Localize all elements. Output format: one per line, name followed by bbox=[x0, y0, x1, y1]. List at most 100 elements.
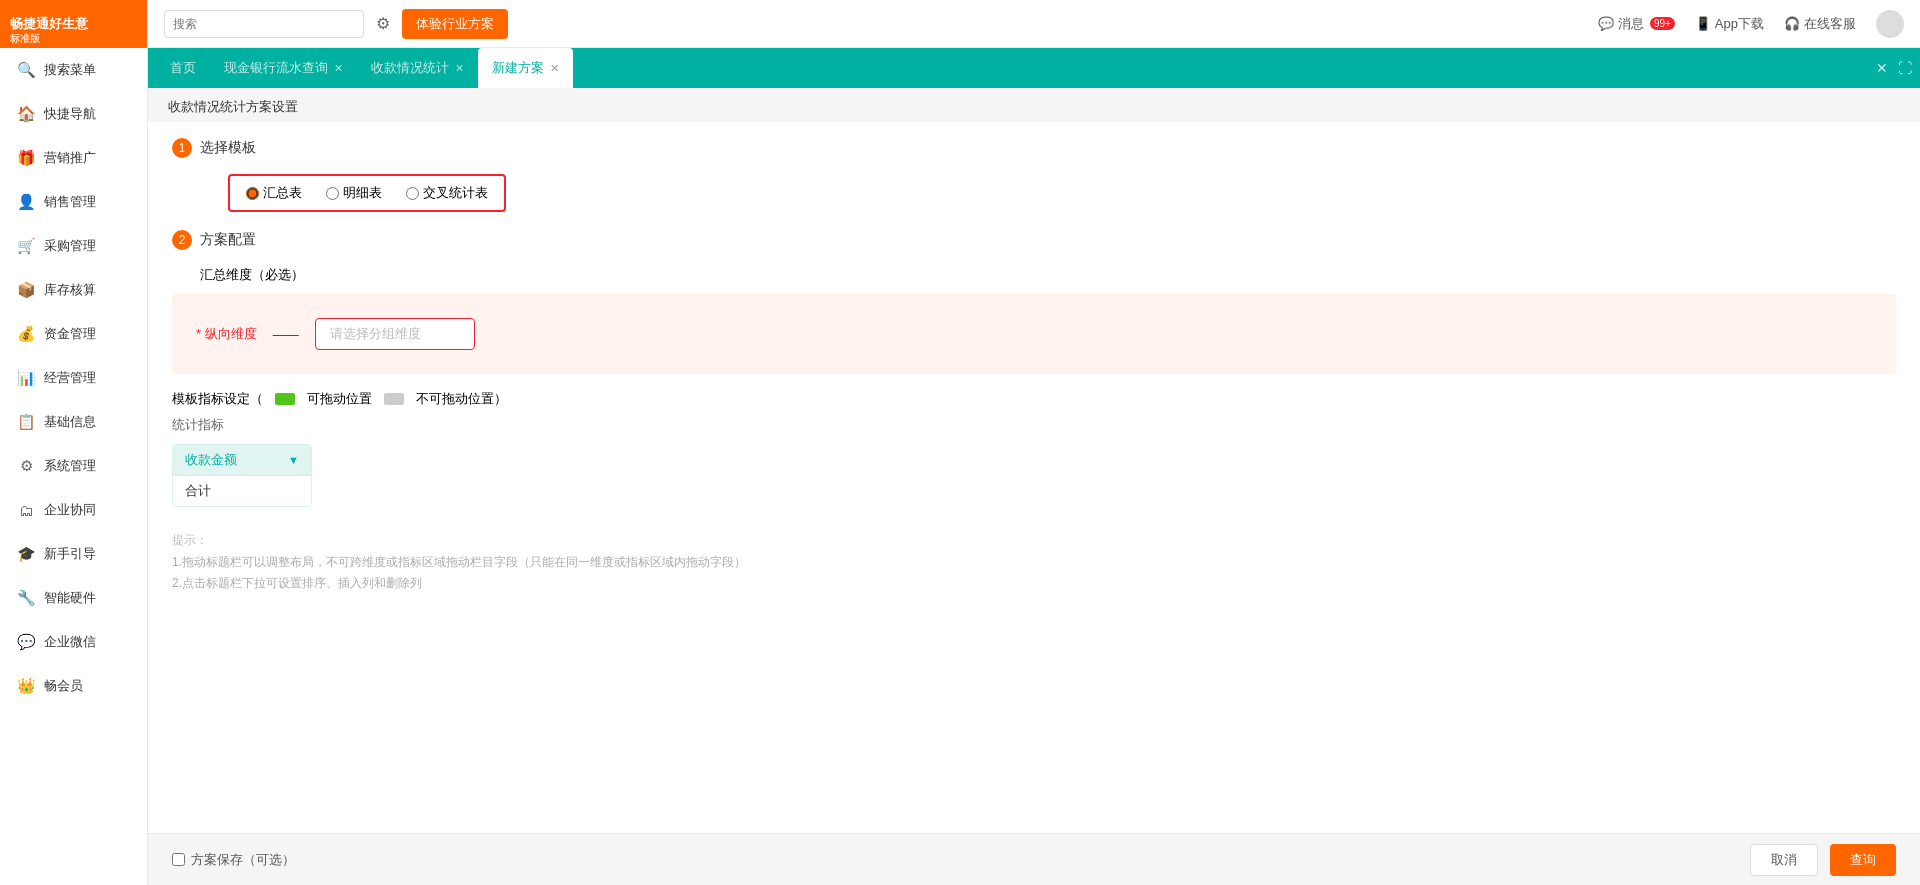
dimension-title-row: 汇总维度（必选） bbox=[200, 266, 1896, 284]
cancel-button[interactable]: 取消 bbox=[1750, 844, 1818, 876]
close-window-icon[interactable]: ✕ bbox=[1876, 60, 1888, 76]
tab-bank-flow[interactable]: 现金银行流水查询 ✕ bbox=[210, 48, 357, 88]
step1-label: 选择模板 bbox=[200, 139, 256, 157]
stats-label: 统计指标 bbox=[172, 416, 1896, 434]
config-section: 汇总维度（必选） * 纵向维度 —— 请选择分组维度 模板指标设定（ bbox=[172, 266, 1896, 595]
draggable-icon bbox=[275, 393, 295, 405]
settings-icon[interactable]: ⚙ bbox=[376, 14, 390, 33]
message-icon: 💬 bbox=[1598, 16, 1614, 31]
sidebar-item-label: 经营管理 bbox=[44, 369, 96, 387]
sidebar-item-label: 企业协同 bbox=[44, 501, 96, 519]
sidebar-item-beginner[interactable]: 🎓 新手引导 bbox=[0, 532, 147, 576]
indicator-row-total: 合计 bbox=[173, 475, 311, 506]
sidebar-item-label: 销售管理 bbox=[44, 193, 96, 211]
sidebar-item-corp-coop[interactable]: 🗂 企业协同 bbox=[0, 488, 147, 532]
smart-hw-icon: 🔧 bbox=[16, 589, 36, 607]
sidebar-item-purchase[interactable]: 🛒 采购管理 bbox=[0, 224, 147, 268]
draggable-hint-label: 可拖动位置 bbox=[307, 390, 372, 408]
query-button[interactable]: 查询 bbox=[1830, 844, 1896, 876]
sidebar-item-system[interactable]: ⚙ 系统管理 bbox=[0, 444, 147, 488]
template-options: 汇总表 明细表 交叉统计表 bbox=[228, 174, 506, 212]
stock-icon: 📦 bbox=[16, 281, 36, 299]
sidebar-item-label: 基础信息 bbox=[44, 413, 96, 431]
sidebar-item-member[interactable]: 👑 畅会员 bbox=[0, 664, 147, 708]
radio-cross[interactable]: 交叉统计表 bbox=[406, 184, 488, 202]
tab-receipt-stats-close[interactable]: ✕ bbox=[455, 63, 464, 74]
online-service-btn[interactable]: 🎧 在线客服 bbox=[1784, 15, 1856, 33]
tab-home[interactable]: 首页 bbox=[156, 48, 210, 88]
marketing-icon: 🎁 bbox=[16, 149, 36, 167]
sidebar-item-quick-nav[interactable]: 🏠 快捷导航 bbox=[0, 92, 147, 136]
step2-label: 方案配置 bbox=[200, 231, 256, 249]
save-option-row: 方案保存（可选） bbox=[172, 851, 295, 869]
avatar[interactable] bbox=[1876, 10, 1904, 38]
step1-badge: 1 bbox=[172, 138, 192, 158]
indicator-header[interactable]: 收款金额 ▼ bbox=[173, 445, 311, 475]
content-area: 收款情况统计方案设置 1 选择模板 汇总表 明细表 bbox=[148, 88, 1920, 885]
sidebar-item-smart-hw[interactable]: 🔧 智能硬件 bbox=[0, 576, 147, 620]
sidebar-item-label: 新手引导 bbox=[44, 545, 96, 563]
home-icon: 🏠 bbox=[16, 105, 36, 123]
maximize-icon[interactable]: ⛶ bbox=[1898, 60, 1912, 76]
message-badge: 99+ bbox=[1650, 17, 1675, 30]
tips-item-1: 1.拖动标题栏可以调整布局，不可跨维度或指标区域拖动栏目字段（只能在同一维度或指… bbox=[172, 555, 746, 569]
sidebar-item-stock[interactable]: 📦 库存核算 bbox=[0, 268, 147, 312]
sidebar-item-basic-info[interactable]: 📋 基础信息 bbox=[0, 400, 147, 444]
step2-row: 2 方案配置 bbox=[172, 230, 1896, 250]
sidebar-item-label: 企业微信 bbox=[44, 633, 96, 651]
sidebar-badge: 标准版 bbox=[10, 32, 40, 46]
step1-row: 1 选择模板 bbox=[172, 138, 1896, 158]
sidebar-item-corp-wechat[interactable]: 💬 企业微信 bbox=[0, 620, 147, 664]
tab-bank-flow-close[interactable]: ✕ bbox=[334, 63, 343, 74]
sidebar-item-label: 营销推广 bbox=[44, 149, 96, 167]
row-label-total: 合计 bbox=[185, 483, 211, 498]
topbar: ⚙ 体验行业方案 💬 消息 99+ 📱 App下载 🎧 在线客服 bbox=[148, 0, 1920, 48]
indicator-table: 收款金额 ▼ 合计 bbox=[172, 444, 312, 507]
tab-home-label: 首页 bbox=[170, 59, 196, 77]
sidebar-item-sales[interactable]: 👤 销售管理 bbox=[0, 180, 147, 224]
sidebar-item-label: 系统管理 bbox=[44, 457, 96, 475]
sidebar-item-marketing[interactable]: 🎁 营销推广 bbox=[0, 136, 147, 180]
wechat-icon: 💬 bbox=[16, 633, 36, 651]
vertical-dim-label: * 纵向维度 bbox=[196, 325, 257, 343]
dimension-row: * 纵向维度 —— 请选择分组维度 bbox=[196, 318, 475, 350]
app-download-btn[interactable]: 📱 App下载 bbox=[1695, 15, 1764, 33]
indicator-title: 模板指标设定（ bbox=[172, 390, 263, 408]
indicator-section: 模板指标设定（ 可拖动位置 不可拖动位置） 统计指标 收款金额 ▼ bbox=[172, 390, 1896, 510]
column-header-label: 收款金额 bbox=[185, 451, 237, 469]
tips-section: 提示： 1.拖动标题栏可以调整布局，不可跨维度或指标区域拖动栏目字段（只能在同一… bbox=[172, 530, 1896, 595]
search-input[interactable] bbox=[164, 10, 364, 38]
sidebar-item-finance[interactable]: 💰 资金管理 bbox=[0, 312, 147, 356]
sidebar-item-label: 快捷导航 bbox=[44, 105, 96, 123]
industry-btn[interactable]: 体验行业方案 bbox=[402, 9, 508, 39]
sidebar-item-search-menu[interactable]: 🔍 搜索菜单 bbox=[0, 48, 147, 92]
radio-cross-label: 交叉统计表 bbox=[423, 184, 488, 202]
dimension-select[interactable]: 请选择分组维度 bbox=[315, 318, 475, 350]
member-icon: 👑 bbox=[16, 677, 36, 695]
tab-new-plan-label: 新建方案 bbox=[492, 59, 544, 77]
no-drag-hint-label: 不可拖动位置） bbox=[416, 390, 507, 408]
dimension-section-title: 汇总维度（必选） bbox=[200, 266, 304, 284]
tabbar: 首页 现金银行流水查询 ✕ 收款情况统计 ✕ 新建方案 ✕ ✕ ⛶ bbox=[148, 48, 1920, 88]
finance-icon: 💰 bbox=[16, 325, 36, 343]
page-title-bar: 收款情况统计方案设置 bbox=[148, 88, 1920, 122]
form-section: 1 选择模板 汇总表 明细表 交叉统计表 bbox=[148, 122, 1920, 833]
dropdown-chevron-icon[interactable]: ▼ bbox=[288, 454, 299, 466]
radio-summary[interactable]: 汇总表 bbox=[246, 184, 302, 202]
radio-detail[interactable]: 明细表 bbox=[326, 184, 382, 202]
sidebar-item-label: 智能硬件 bbox=[44, 589, 96, 607]
save-label: 方案保存（可选） bbox=[191, 851, 295, 869]
tab-new-plan[interactable]: 新建方案 ✕ bbox=[478, 48, 573, 88]
message-btn[interactable]: 💬 消息 99+ bbox=[1598, 15, 1675, 33]
sidebar-item-label: 畅会员 bbox=[44, 677, 83, 695]
beginner-icon: 🎓 bbox=[16, 545, 36, 563]
tab-receipt-stats-label: 收款情况统计 bbox=[371, 59, 449, 77]
sidebar-item-business[interactable]: 📊 经营管理 bbox=[0, 356, 147, 400]
tab-receipt-stats[interactable]: 收款情况统计 ✕ bbox=[357, 48, 478, 88]
save-checkbox[interactable] bbox=[172, 853, 185, 866]
basic-info-icon: 📋 bbox=[16, 413, 36, 431]
sidebar-nav: 🔍 搜索菜单 🏠 快捷导航 🎁 营销推广 👤 销售管理 🛒 采购管理 📦 库存核… bbox=[0, 48, 147, 885]
service-icon: 🎧 bbox=[1784, 16, 1800, 31]
tab-new-plan-close[interactable]: ✕ bbox=[550, 63, 559, 74]
app-icon: 📱 bbox=[1695, 16, 1711, 31]
